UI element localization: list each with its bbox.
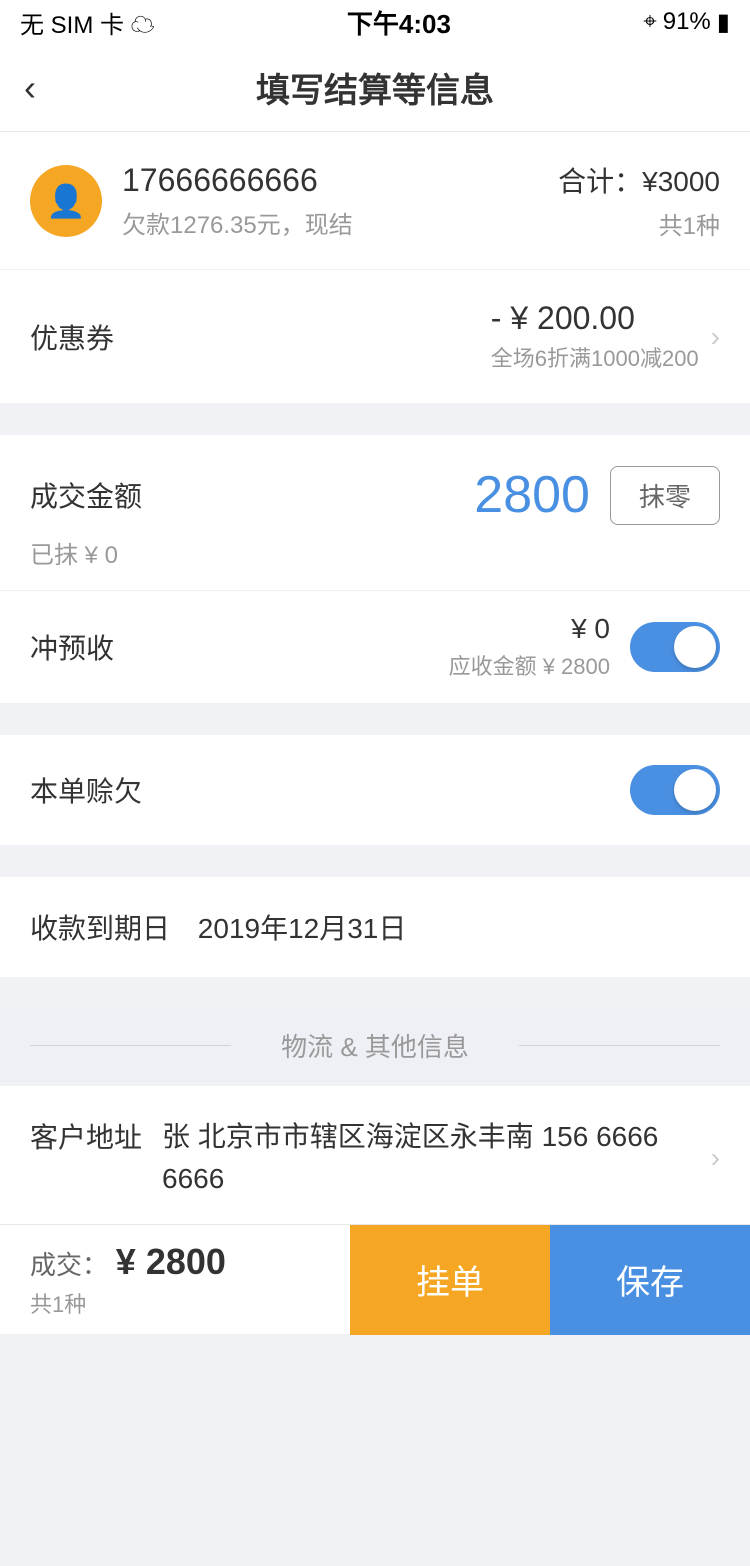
address-chevron-icon: › <box>711 1142 720 1174</box>
bottom-summary: 成交： ¥ 2800 共1种 <box>0 1241 350 1319</box>
divider-1 <box>0 419 750 435</box>
debt-card: 本单赊欠 <box>0 735 750 845</box>
duedate-card: 收款到期日 2019年12月31日 <box>0 877 750 977</box>
prepaid-label: 冲预收 <box>30 627 114 667</box>
deal-amount-card: 成交金额 2800 抹零 已抹 ¥ 0 冲预收 ¥ 0 应收金额 ¥ 2800 <box>0 435 750 703</box>
amount-row: 成交金额 2800 抹零 <box>0 435 750 535</box>
customer-count: 共1种 <box>558 206 720 241</box>
bottom-deal-label: 成交： <box>30 1250 108 1280</box>
prepaid-amount: ¥ 0 应收金额 ¥ 2800 <box>449 613 610 681</box>
back-button[interactable]: ‹ <box>24 67 36 109</box>
customer-subtext: 欠款1276.35元，现结 <box>122 205 353 240</box>
debt-row: 本单赊欠 <box>0 735 750 845</box>
battery-icon: ▮ <box>717 8 730 37</box>
coupon-info: - ¥ 200.00 全场6折满1000减200 <box>491 300 699 373</box>
page-title: 填写结算等信息 <box>256 63 494 112</box>
customer-right: 合计：¥3000 共1种 <box>558 160 720 241</box>
section-header: 物流 & 其他信息 <box>0 1009 750 1082</box>
duedate-value: 2019年12月31日 <box>198 913 407 944</box>
deal-amount-value: 2800 <box>474 465 590 525</box>
coupon-row[interactable]: 优惠券 - ¥ 200.00 全场6折满1000减200 › <box>0 269 750 403</box>
save-button[interactable]: 保存 <box>550 1225 750 1335</box>
coupon-right: - ¥ 200.00 全场6折满1000减200 › <box>491 300 720 373</box>
debt-label: 本单赊欠 <box>30 770 142 810</box>
hold-button[interactable]: 挂单 <box>350 1225 550 1335</box>
debt-toggle[interactable] <box>630 765 720 815</box>
status-bar-right: ⌖ 91% ▮ <box>643 8 730 37</box>
address-row[interactable]: 客户地址 张 北京市市辖区海淀区永丰南 156 6666 6666 › <box>0 1086 750 1230</box>
coupon-discount: - ¥ 200.00 <box>491 300 699 337</box>
content-area: 👤 17666666666 欠款1276.35元，现结 合计：¥3000 共1种… <box>0 132 750 1566</box>
prepaid-row: 冲预收 ¥ 0 应收金额 ¥ 2800 <box>0 590 750 703</box>
bottom-deal-amount: ¥ 2800 <box>116 1241 226 1282</box>
divider-3 <box>0 861 750 877</box>
divider-4 <box>0 993 750 1009</box>
coupon-description: 全场6折满1000减200 <box>491 341 699 373</box>
prepaid-amount-value: ¥ 0 <box>449 613 610 645</box>
address-value: 张 北京市市辖区海淀区永丰南 156 6666 6666 <box>162 1116 691 1200</box>
customer-row: 👤 17666666666 欠款1276.35元，现结 合计：¥3000 共1种 <box>0 132 750 269</box>
customer-left: 👤 17666666666 欠款1276.35元，现结 <box>30 162 353 240</box>
prepaid-right: ¥ 0 应收金额 ¥ 2800 <box>449 613 720 681</box>
customer-phone: 17666666666 <box>122 162 353 199</box>
avatar-icon: 👤 <box>46 182 86 220</box>
customer-info: 17666666666 欠款1276.35元，现结 <box>122 162 353 240</box>
round-button[interactable]: 抹零 <box>610 466 720 525</box>
amount-sub: 已抹 ¥ 0 <box>0 535 750 590</box>
bottom-deal-row: 成交： ¥ 2800 <box>30 1241 320 1283</box>
bottom-deal-count: 共1种 <box>30 1287 320 1319</box>
location-icon: ⌖ <box>643 8 657 36</box>
avatar: 👤 <box>30 165 102 237</box>
prepaid-toggle[interactable] <box>630 622 720 672</box>
sim-text: 无 SIM 卡 ☁ <box>20 5 155 40</box>
status-bar-time: 下午4:03 <box>347 4 451 41</box>
nav-bar: ‹ 填写结算等信息 <box>0 44 750 132</box>
status-bar-left: 无 SIM 卡 ☁ <box>20 5 155 40</box>
deal-amount-label: 成交金额 <box>30 475 142 515</box>
section-line-left <box>30 1045 231 1046</box>
chevron-right-icon: › <box>711 321 720 353</box>
customer-total: 合计：¥3000 <box>558 160 720 200</box>
address-label: 客户地址 <box>30 1116 142 1156</box>
section-header-text: 物流 & 其他信息 <box>281 1027 469 1064</box>
status-bar: 无 SIM 卡 ☁ 下午4:03 ⌖ 91% ▮ <box>0 0 750 44</box>
coupon-label: 优惠券 <box>30 317 114 357</box>
address-card: 客户地址 张 北京市市辖区海淀区永丰南 156 6666 6666 › <box>0 1086 750 1230</box>
bottom-bar: 成交： ¥ 2800 共1种 挂单 保存 <box>0 1224 750 1334</box>
section-line-right <box>519 1045 720 1046</box>
battery-text: 91% <box>663 8 711 36</box>
prepaid-subtext: 应收金额 ¥ 2800 <box>449 649 610 681</box>
customer-card: 👤 17666666666 欠款1276.35元，现结 合计：¥3000 共1种… <box>0 132 750 403</box>
duedate-label: 收款到期日 <box>30 913 170 944</box>
duedate-row: 收款到期日 2019年12月31日 <box>0 877 750 977</box>
divider-2 <box>0 719 750 735</box>
